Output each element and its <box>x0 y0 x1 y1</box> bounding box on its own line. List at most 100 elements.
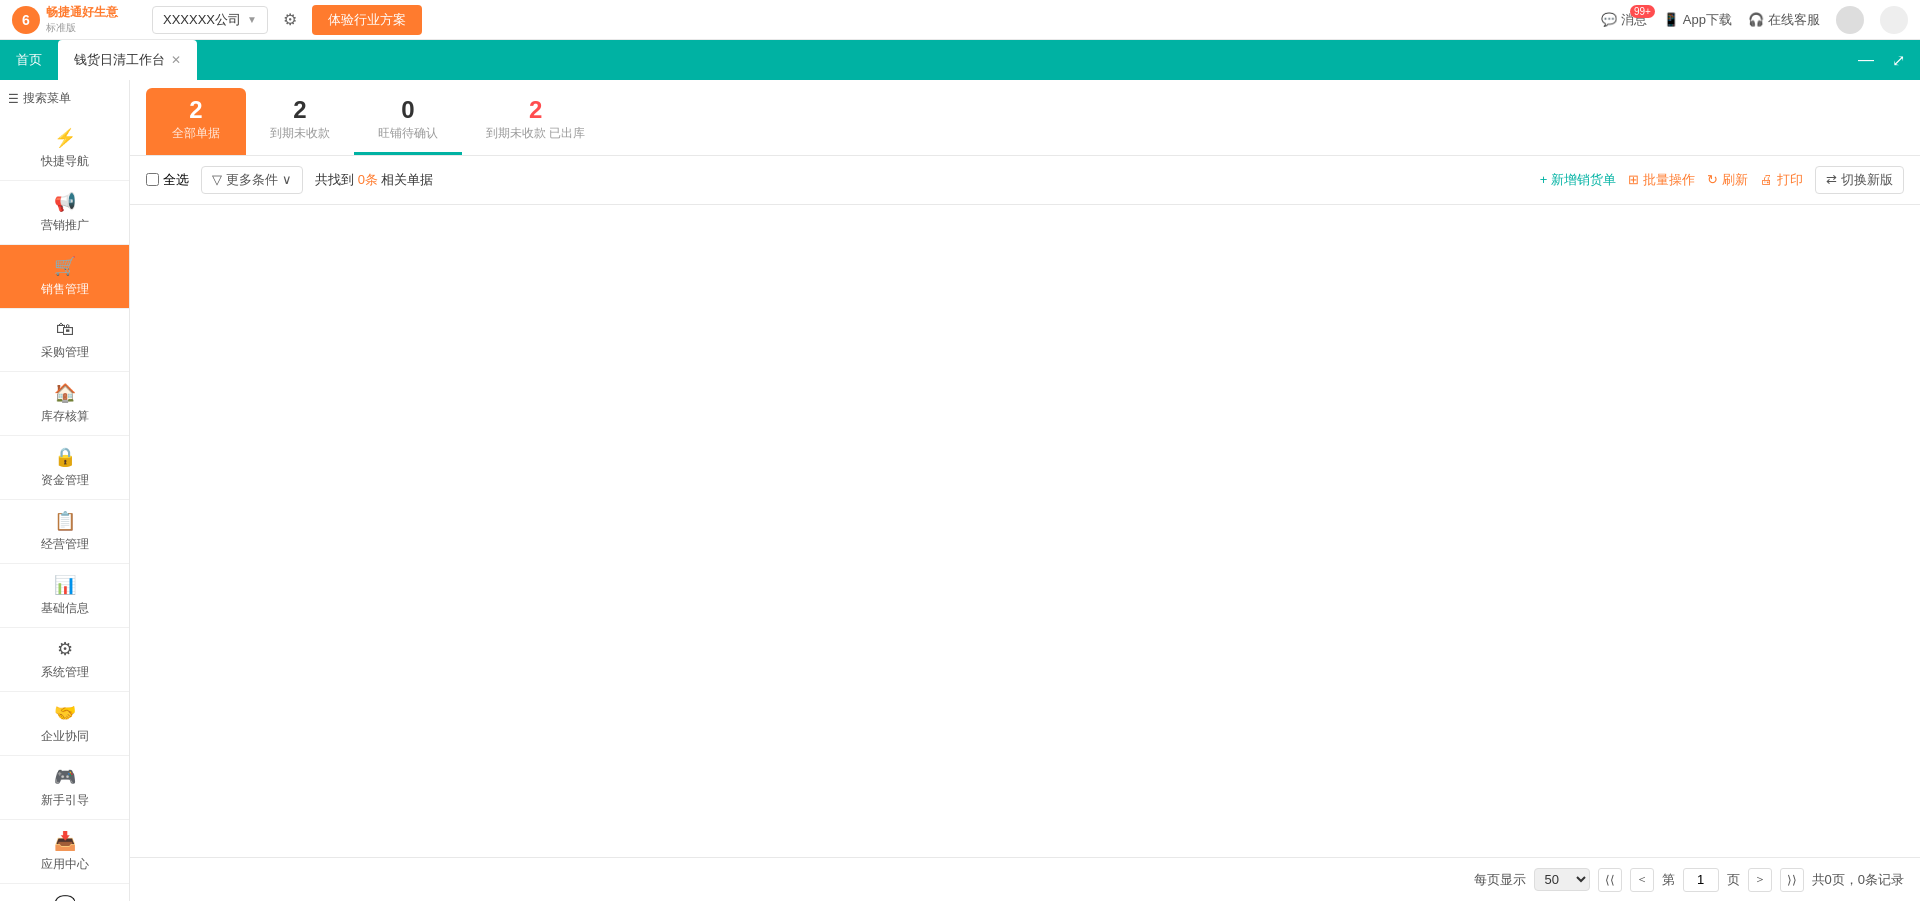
stat-tab-all[interactable]: 2 全部单据 <box>146 88 246 155</box>
first-page-button[interactable]: ⟨⟨ <box>1598 868 1622 892</box>
company-name: XXXXXX公司 <box>163 11 241 29</box>
checkbox-input[interactable] <box>146 173 159 186</box>
page-suffix: 页 <box>1727 871 1740 889</box>
stats-row: 2 全部单据 2 到期未收款 0 旺铺待确认 2 到期未收款 已出库 <box>130 80 1920 156</box>
stat-tab-shipped[interactable]: 2 到期未收款 已出库 <box>462 88 609 155</box>
sidebar-item-apps[interactable]: 📥 应用中心 <box>0 820 129 884</box>
header-right: 💬 消息 99+ 📱 App下载 🎧 在线客服 <box>1601 6 1908 34</box>
logo-area: 6 畅捷通好生意 标准版 <box>12 5 142 34</box>
capital-icon: 🔒 <box>54 446 76 468</box>
refresh-icon: ↻ <box>1707 172 1718 187</box>
add-sale-order-button[interactable]: + 新增销货单 <box>1540 171 1616 189</box>
stat-tab-pending[interactable]: 0 旺铺待确认 <box>354 88 462 155</box>
avatar[interactable] <box>1836 6 1864 34</box>
content-area <box>130 205 1920 857</box>
quick-nav-icon: ⚡ <box>54 127 76 149</box>
main-layout: ☰ 搜索菜单 ⚡ 快捷导航 📢 营销推广 🛒 销售管理 🛍 采购管理 🏠 库存核… <box>0 80 1920 901</box>
wechat-icon: 💬 <box>54 894 76 901</box>
settings-icon[interactable]: ⚙ <box>276 6 304 34</box>
operations-icon: 📋 <box>54 510 76 532</box>
system-icon: ⚙ <box>57 638 73 660</box>
apps-icon: 📥 <box>54 830 76 852</box>
online-service-button[interactable]: 🎧 在线客服 <box>1748 11 1820 29</box>
print-button[interactable]: 🖨 打印 <box>1760 171 1803 189</box>
more-filter-button[interactable]: ▽ 更多条件 ∨ <box>201 166 303 194</box>
tab-home[interactable]: 首页 <box>0 40 58 80</box>
sidebar-item-quick-nav[interactable]: ⚡ 快捷导航 <box>0 117 129 181</box>
sidebar-search[interactable]: ☰ 搜索菜单 <box>0 80 129 117</box>
download-icon: 📱 <box>1663 12 1679 27</box>
switch-version-button[interactable]: ⇄ 切换新版 <box>1815 166 1904 194</box>
avatar-extra[interactable] <box>1880 6 1908 34</box>
chevron-down-icon: ∨ <box>282 172 292 187</box>
top-header: 6 畅捷通好生意 标准版 XXXXXX公司 ▼ ⚙ 体验行业方案 💬 消息 99… <box>0 0 1920 40</box>
bell-icon: 💬 <box>1601 12 1617 27</box>
try-industry-button[interactable]: 体验行业方案 <box>312 5 422 35</box>
per-page-select[interactable]: 50 100 200 <box>1534 868 1590 891</box>
stat-label-overdue: 到期未收款 <box>270 125 330 142</box>
sidebar-item-marketing[interactable]: 📢 营销推广 <box>0 181 129 245</box>
logo-icon: 6 <box>12 6 40 34</box>
sidebar-item-newbie[interactable]: 🎮 新手引导 <box>0 756 129 820</box>
tab-maximize-icon[interactable]: ⤢ <box>1884 46 1912 74</box>
select-all-checkbox[interactable]: 全选 <box>146 171 189 189</box>
main-content: 2 全部单据 2 到期未收款 0 旺铺待确认 2 到期未收款 已出库 全选 <box>130 80 1920 901</box>
newbie-icon: 🎮 <box>54 766 76 788</box>
filter-icon: ▽ <box>212 172 222 187</box>
page-number-input[interactable] <box>1683 868 1719 892</box>
sidebar-item-system[interactable]: ⚙ 系统管理 <box>0 628 129 692</box>
stat-num-shipped: 2 <box>529 96 542 125</box>
last-page-button[interactable]: ⟩⟩ <box>1780 868 1804 892</box>
search-icon: ☰ <box>8 92 19 106</box>
sidebar-item-capital[interactable]: 🔒 资金管理 <box>0 436 129 500</box>
next-page-button[interactable]: ＞ <box>1748 868 1772 892</box>
per-page-label: 每页显示 <box>1474 871 1526 889</box>
batch-operation-button[interactable]: ⊞ 批量操作 <box>1628 171 1695 189</box>
sidebar-item-basic[interactable]: 📊 基础信息 <box>0 564 129 628</box>
messages-button[interactable]: 💬 消息 99+ <box>1601 11 1647 29</box>
stock-icon: 🏠 <box>54 382 76 404</box>
total-info: 共0页，0条记录 <box>1812 871 1904 889</box>
company-selector[interactable]: XXXXXX公司 ▼ <box>152 6 268 34</box>
toolbar-right: + 新增销货单 ⊞ 批量操作 ↻ 刷新 🖨 打印 ⇄ 切换新版 <box>1540 166 1904 194</box>
enterprise-icon: 🤝 <box>54 702 76 724</box>
sidebar-item-enterprise[interactable]: 🤝 企业协同 <box>0 692 129 756</box>
sidebar-item-operations[interactable]: 📋 经营管理 <box>0 500 129 564</box>
batch-icon: ⊞ <box>1628 172 1639 187</box>
tab-bar-actions: — ⤢ <box>1852 46 1920 74</box>
print-icon: 🖨 <box>1760 172 1773 187</box>
purchase-icon: 🛍 <box>56 319 74 340</box>
sidebar: ☰ 搜索菜单 ⚡ 快捷导航 📢 营销推广 🛒 销售管理 🛍 采购管理 🏠 库存核… <box>0 80 130 901</box>
found-text: 共找到 0条 相关单据 <box>315 171 433 189</box>
prev-page-button[interactable]: ＜ <box>1630 868 1654 892</box>
pagination-bar: 每页显示 50 100 200 ⟨⟨ ＜ 第 页 ＞ ⟩⟩ 共0页，0条记录 <box>130 857 1920 901</box>
tab-bar: 首页 钱货日清工作台 ✕ — ⤢ <box>0 40 1920 80</box>
marketing-icon: 📢 <box>54 191 76 213</box>
messages-badge: 99+ <box>1630 5 1655 18</box>
tab-workbench[interactable]: 钱货日清工作台 ✕ <box>58 40 197 80</box>
app-download-button[interactable]: 📱 App下载 <box>1663 11 1732 29</box>
sidebar-item-purchase[interactable]: 🛍 采购管理 <box>0 309 129 372</box>
page-label: 第 <box>1662 871 1675 889</box>
tab-minimize-icon[interactable]: — <box>1852 46 1880 74</box>
toolbar: 全选 ▽ 更多条件 ∨ 共找到 0条 相关单据 + 新增销货单 ⊞ <box>130 156 1920 205</box>
sidebar-item-sales[interactable]: 🛒 销售管理 <box>0 245 129 309</box>
stat-num-pending: 0 <box>401 96 414 125</box>
stat-label-all: 全部单据 <box>172 125 220 142</box>
chevron-down-icon: ▼ <box>247 14 257 25</box>
toolbar-left: 全选 ▽ 更多条件 ∨ 共找到 0条 相关单据 <box>146 166 433 194</box>
tab-close-icon[interactable]: ✕ <box>171 53 181 67</box>
logo-text: 畅捷通好生意 标准版 <box>46 5 118 34</box>
basic-icon: 📊 <box>54 574 76 596</box>
stat-tab-overdue[interactable]: 2 到期未收款 <box>246 88 354 155</box>
stat-label-shipped: 到期未收款 已出库 <box>486 125 585 142</box>
stat-num-all: 2 <box>189 96 202 125</box>
sidebar-item-wechat[interactable]: 💬 企业微信 <box>0 884 129 901</box>
stat-num-overdue: 2 <box>293 96 306 125</box>
switch-icon: ⇄ <box>1826 172 1837 187</box>
sales-icon: 🛒 <box>54 255 76 277</box>
stat-label-pending: 旺铺待确认 <box>378 125 438 142</box>
service-icon: 🎧 <box>1748 12 1764 27</box>
refresh-button[interactable]: ↻ 刷新 <box>1707 171 1748 189</box>
sidebar-item-stock[interactable]: 🏠 库存核算 <box>0 372 129 436</box>
